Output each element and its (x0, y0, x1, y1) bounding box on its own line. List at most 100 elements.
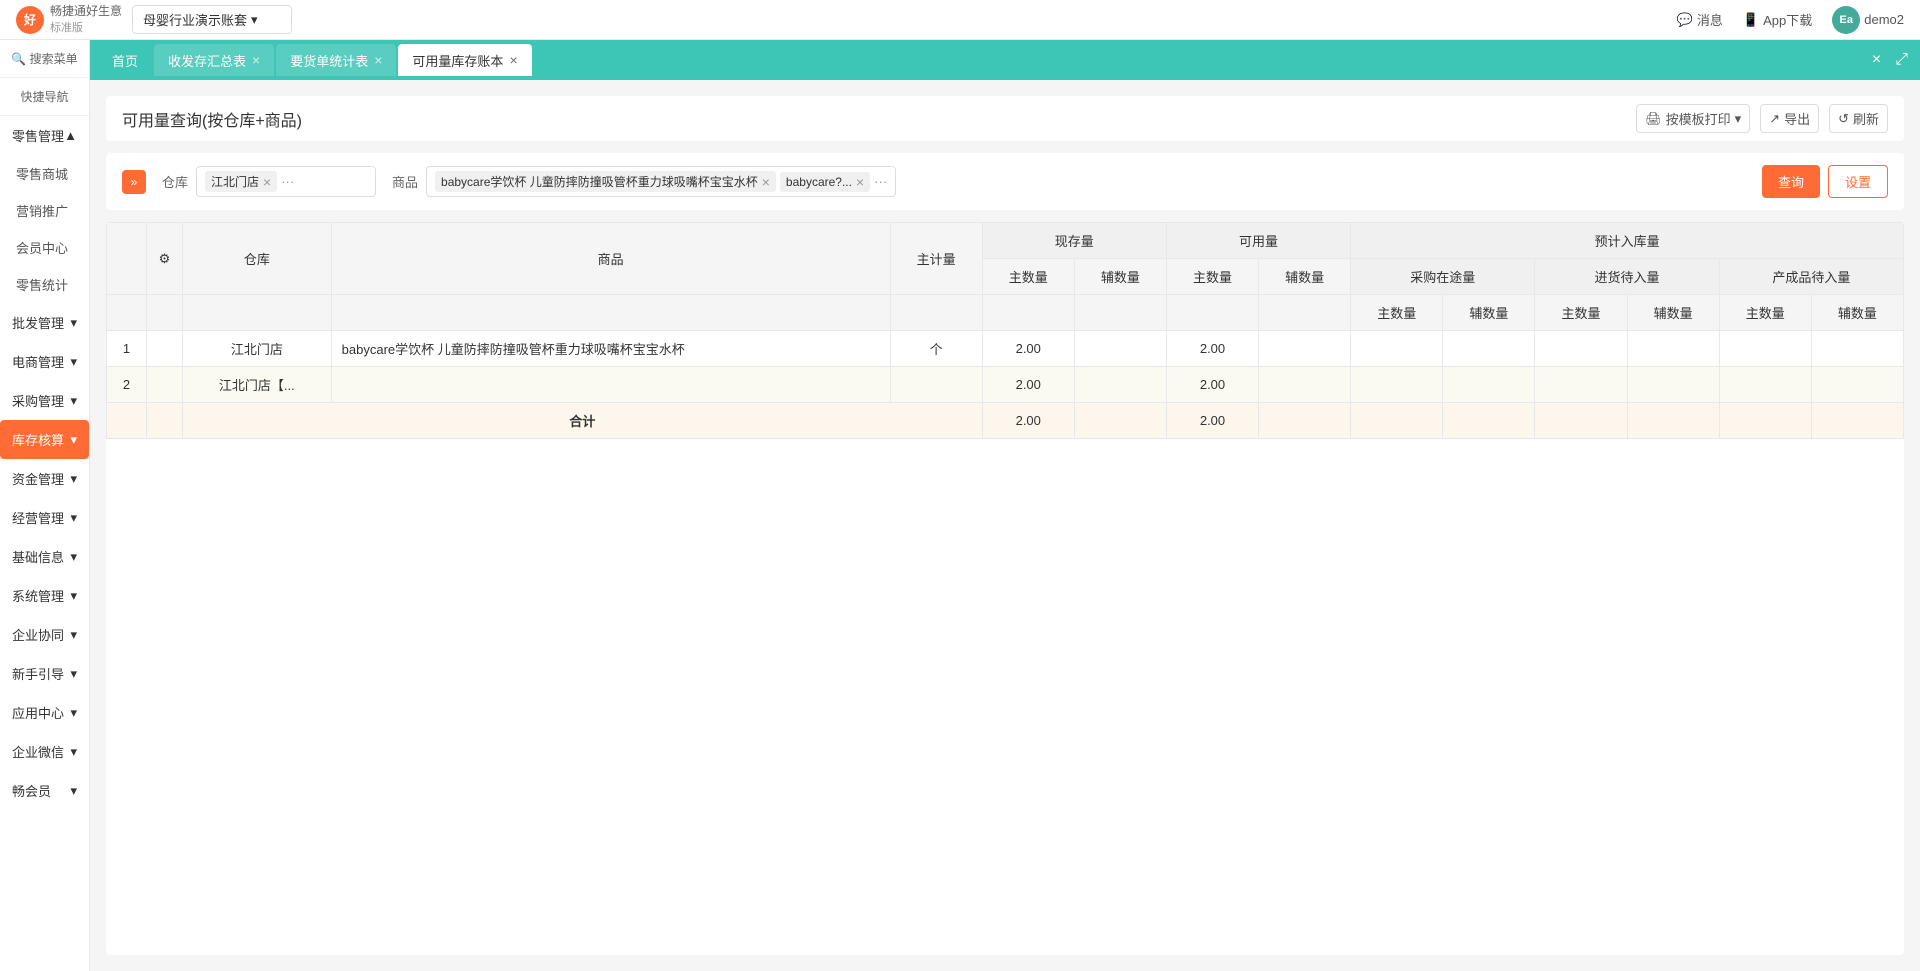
footer-goods-main (1535, 403, 1627, 439)
warehouse-filter-input[interactable]: 江北门店 × ··· (196, 166, 376, 197)
tab-close-3[interactable]: × (509, 53, 517, 67)
chevron-down-icon: ▾ (70, 315, 77, 331)
sidebar-group-inventory-header[interactable]: 库存核算 ▾ (0, 420, 89, 459)
sidebar-group-wechat-header[interactable]: 企业微信 ▾ (0, 732, 89, 771)
warehouse-tag-remove[interactable]: × (263, 174, 271, 190)
tab-close-1[interactable]: × (252, 53, 260, 67)
sidebar-item-retail-mall[interactable]: 零售商城 (0, 155, 89, 192)
th-blank2 (147, 295, 183, 331)
sidebar-search[interactable]: 🔍 搜索菜单 (0, 40, 89, 78)
sidebar-group-operations-header[interactable]: 经营管理 ▾ (0, 498, 89, 537)
product-filter-label: 商品 (392, 172, 418, 191)
footer-blank1 (107, 403, 147, 439)
sidebar-group-guide: 新手引导 ▾ (0, 654, 89, 693)
warehouse-filter-label: 仓库 (162, 172, 188, 191)
sidebar-group-wholesale-header[interactable]: 批发管理 ▾ (0, 303, 89, 342)
product-tag-1: babycare学饮杯 儿童防摔防撞吸管杯重力球吸嘴杯宝宝水杯 × (435, 171, 776, 192)
sidebar-group-system-label: 系统管理 (12, 586, 64, 605)
chevron-down-icon12: ▾ (70, 744, 77, 760)
cell-available-aux-1 (1259, 331, 1351, 367)
chevron-down-icon: ▾ (251, 12, 258, 28)
th-products-pending: 产成品待入量 (1719, 259, 1903, 295)
th-blank5 (890, 295, 982, 331)
product-more-icon[interactable]: ··· (874, 174, 887, 189)
message-btn[interactable]: 💬 消息 (1677, 10, 1723, 29)
product-filter-input[interactable]: babycare学饮杯 儿童防摔防撞吸管杯重力球吸嘴杯宝宝水杯 × babyca… (426, 166, 896, 197)
cell-index-2: 2 (107, 367, 147, 403)
tab-bar-right: × ⤢ (1868, 47, 1912, 73)
sidebar-group-guide-label: 新手引导 (12, 664, 64, 683)
cell-prod-aux-2 (1811, 367, 1903, 403)
sidebar-group-apps-header[interactable]: 应用中心 ▾ (0, 693, 89, 732)
sidebar-group-inventory-label: 库存核算 (12, 430, 64, 449)
print-btn[interactable]: 🖨 按模板打印 ▾ (1636, 104, 1750, 133)
product-tag-2-value: babycare?... (786, 175, 852, 189)
tab-close-btn[interactable]: × (1868, 47, 1885, 73)
app-icon: 📱 (1743, 12, 1759, 28)
tab-order-stats-label: 要货单统计表 (290, 51, 368, 70)
product-tag-1-remove[interactable]: × (762, 174, 770, 190)
sidebar-group-guide-header[interactable]: 新手引导 ▾ (0, 654, 89, 693)
sidebar-group-retail-header[interactable]: 零售管理 ▲ (0, 116, 89, 155)
sidebar-group-ecommerce-header[interactable]: 电商管理 ▾ (0, 342, 89, 381)
tab-order-stats[interactable]: 要货单统计表 × (276, 44, 396, 76)
footer-purchase-main (1351, 403, 1443, 439)
user-menu[interactable]: Ea demo2 (1832, 6, 1904, 34)
sidebar-group-system-header[interactable]: 系统管理 ▾ (0, 576, 89, 615)
filter-expand-btn[interactable]: » (122, 170, 146, 194)
th-goods-pending: 进货待入量 (1535, 259, 1719, 295)
th-blank1 (107, 295, 147, 331)
warehouse-more-icon[interactable]: ··· (281, 174, 294, 189)
export-label: 导出 (1784, 109, 1810, 128)
th-blank8 (1166, 295, 1258, 331)
th-goods-aux: 辅数量 (1627, 295, 1719, 331)
table-row: 1 江北门店 babycare学饮杯 儿童防摔防撞吸管杯重力球吸嘴杯宝宝水杯 个… (107, 331, 1904, 367)
cell-warehouse-2: 江北门店【... (183, 367, 332, 403)
expand-icon: » (131, 175, 138, 189)
sidebar-group-operations-label: 经营管理 (12, 508, 64, 527)
query-button[interactable]: 查询 (1762, 165, 1820, 198)
sidebar-group-basic-header[interactable]: 基础信息 ▾ (0, 537, 89, 576)
tab-available-inventory-label: 可用量库存账本 (412, 51, 503, 70)
sidebar-item-marketing[interactable]: 营销推广 (0, 192, 89, 229)
footer-available-main: 2.00 (1166, 403, 1258, 439)
sidebar-quick-nav[interactable]: 快捷导航 (0, 78, 89, 116)
warehouse-tag-value: 江北门店 (211, 173, 259, 190)
app-download-btn[interactable]: 📱 App下载 (1743, 10, 1812, 29)
sidebar-group-purchase-header[interactable]: 采购管理 ▾ (0, 381, 89, 420)
cell-goods-aux-2 (1627, 367, 1719, 403)
tab-close-2[interactable]: × (374, 53, 382, 67)
sidebar-item-retail-stats[interactable]: 零售统计 (0, 266, 89, 303)
sidebar-group-wholesale-label: 批发管理 (12, 313, 64, 332)
th-index (107, 223, 147, 295)
tab-home[interactable]: 首页 (98, 44, 152, 76)
sidebar-group-vip-header[interactable]: 畅会员 ▾ (0, 771, 89, 810)
cell-purchase-main-2 (1351, 367, 1443, 403)
sidebar-group-basic-label: 基础信息 (12, 547, 64, 566)
sidebar-item-members[interactable]: 会员中心 (0, 229, 89, 266)
sidebar-group-ecommerce-label: 电商管理 (12, 352, 64, 371)
product-tag-2-remove[interactable]: × (856, 174, 864, 190)
cell-product-1: babycare学饮杯 儿童防摔防撞吸管杯重力球吸嘴杯宝宝水杯 (331, 331, 890, 367)
settings-button[interactable]: 设置 (1828, 165, 1888, 198)
page-content: 可用量查询(按仓库+商品) 🖨 按模板打印 ▾ ↗ 导出 ↺ 刷新 (90, 80, 1920, 971)
refresh-btn[interactable]: ↺ 刷新 (1829, 104, 1888, 133)
sidebar-group-collab-header[interactable]: 企业协同 ▾ (0, 615, 89, 654)
sidebar-group-finance-header[interactable]: 资金管理 ▾ (0, 459, 89, 498)
warehouse-filter-group: 仓库 江北门店 × ··· (162, 166, 376, 197)
table-footer-row: 合计 2.00 2.00 (107, 403, 1904, 439)
cell-unit-1: 个 (890, 331, 982, 367)
tab-income-summary[interactable]: 收发存汇总表 × (154, 44, 274, 76)
sidebar-group-collab: 企业协同 ▾ (0, 615, 89, 654)
cell-settings-2 (147, 367, 183, 403)
export-btn[interactable]: ↗ 导出 (1760, 104, 1819, 133)
tab-available-inventory[interactable]: 可用量库存账本 × (398, 44, 531, 76)
logo-text-block: 畅捷通好生意 标准版 (50, 4, 122, 36)
chevron-down-icon2: ▾ (70, 354, 77, 370)
sidebar-group-vip-label: 畅会员 (12, 781, 51, 800)
tab-bar: 首页 收发存汇总表 × 要货单统计表 × 可用量库存账本 × × ⤢ (90, 40, 1920, 80)
tab-expand-btn[interactable]: ⤢ (1891, 47, 1912, 73)
chevron-down-icon10: ▾ (70, 666, 77, 682)
search-icon: 🔍 (11, 52, 26, 66)
industry-select[interactable]: 母婴行业演示账套 ▾ (132, 5, 292, 34)
